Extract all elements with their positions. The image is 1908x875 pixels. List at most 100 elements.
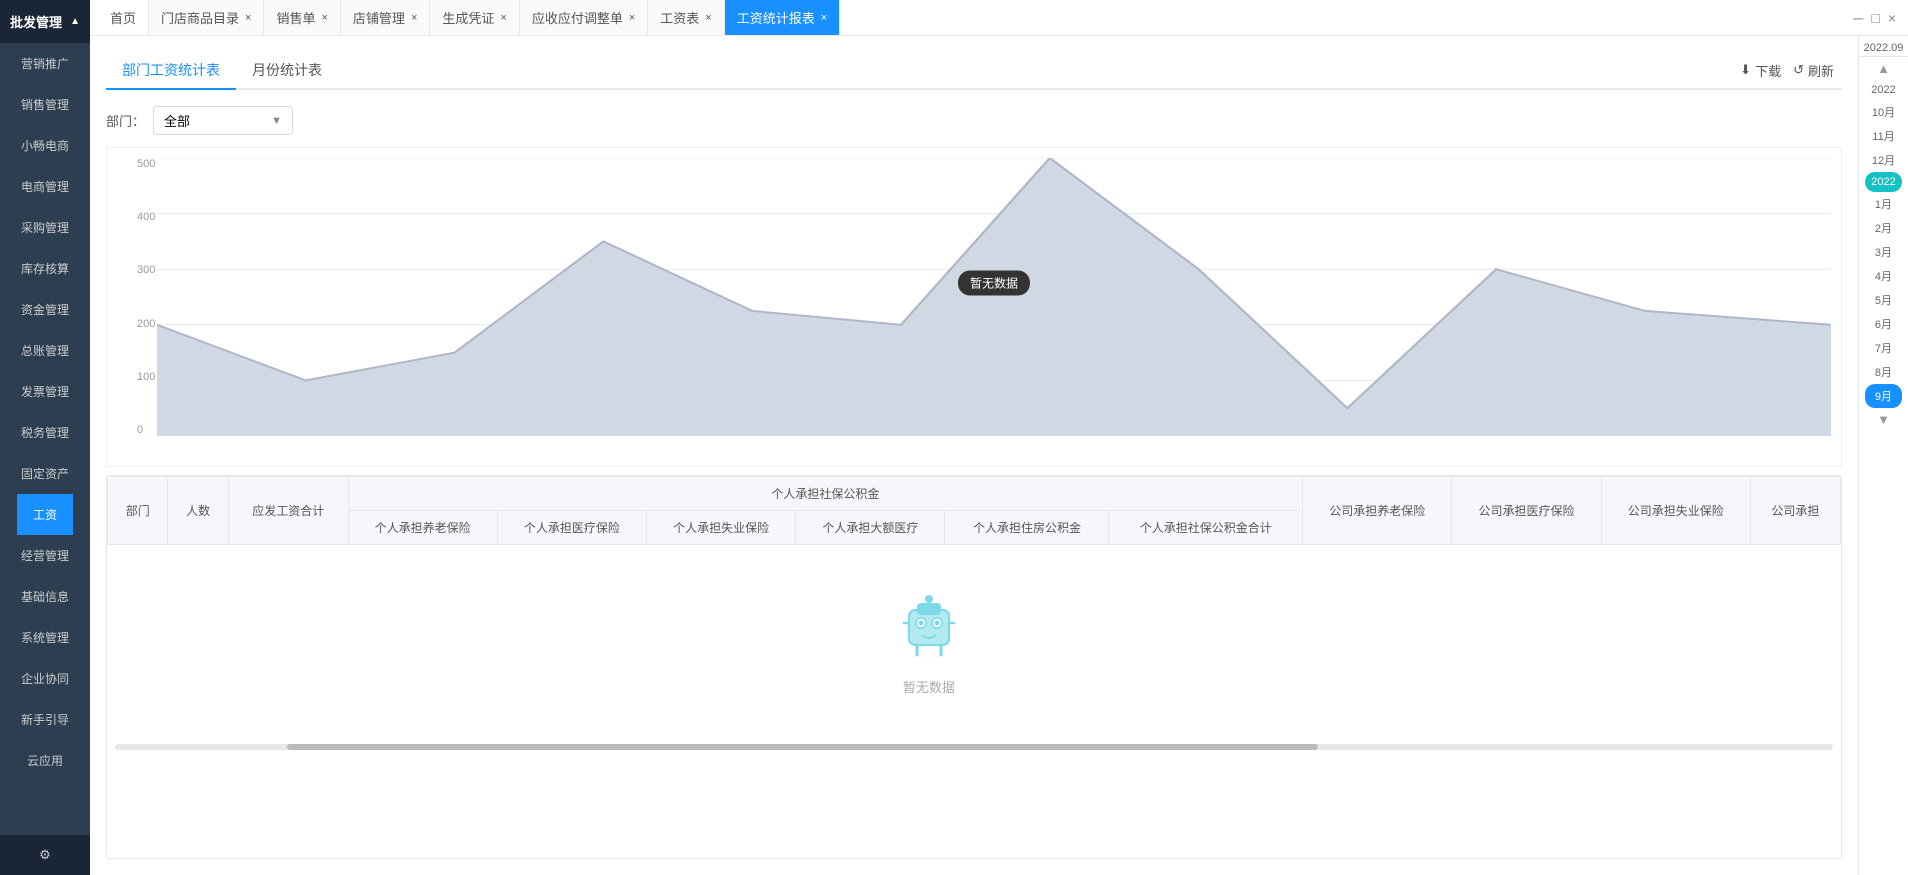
sidebar-footer[interactable]: ⚙ (0, 835, 90, 875)
sidebar-item-采购管理[interactable]: 采购管理 (17, 207, 73, 248)
tab-close-icon[interactable]: × (245, 12, 251, 24)
tab-close-icon[interactable]: × (411, 12, 417, 24)
tab-bar-end: ─ □ × (1853, 10, 1900, 26)
sidebar-item-经营管理[interactable]: 经营管理 (17, 535, 73, 576)
sidebar-title: 批发管理 (10, 12, 62, 31)
col-company-other: 公司承担 (1750, 477, 1840, 545)
sub-tab-部门工资统计表[interactable]: 部门工资统计表 (106, 52, 236, 90)
sidebar-item-工资[interactable]: 工资 (17, 494, 73, 535)
tab-close-icon[interactable]: × (705, 12, 711, 24)
download-btn[interactable]: ⬇ 下载 (1740, 61, 1781, 80)
sidebar: 批发管理 ▲ 营销推广销售管理小畅电商电商管理采购管理库存核算资金管理总账管理发… (0, 0, 90, 875)
timeline-year-2022[interactable]: 2022 (1865, 80, 1901, 100)
y-label-300: 300 (137, 264, 155, 276)
sidebar-item-税务管理[interactable]: 税务管理 (17, 412, 73, 453)
timeline-month-11月[interactable]: 11月 (1865, 124, 1901, 148)
col-count: 人数 (168, 477, 228, 545)
timeline-month-5月[interactable]: 5月 (1865, 288, 1901, 312)
col-personal-housing: 个人承担住房公积金 (945, 511, 1109, 545)
chart-y-axis: 500 400 300 200 100 0 (137, 158, 155, 436)
y-label-200: 200 (137, 318, 155, 330)
scrollbar-container (107, 736, 1841, 758)
tab-首页[interactable]: 首页 (98, 0, 149, 36)
sub-tab-月份统计表[interactable]: 月份统计表 (236, 52, 338, 90)
sidebar-item-企业协同[interactable]: 企业协同 (17, 658, 73, 699)
timeline-month-3月[interactable]: 3月 (1865, 240, 1901, 264)
table-section[interactable]: 部门 人数 应发工资合计 个人承担社保公积金 公司承担养老保险 公司承担医疗保险… (106, 475, 1842, 859)
refresh-btn[interactable]: ↺ 刷新 (1793, 61, 1834, 80)
col-personal-pension: 个人承担养老保险 (348, 511, 497, 545)
empty-state: 暂无数据 (108, 545, 1751, 736)
tab-工资统计报表[interactable]: 工资统计报表× (725, 0, 840, 36)
main-area: 首页门店商品目录×销售单×店铺管理×生成凭证×应收应付调整单×工资表×工资统计报… (90, 0, 1908, 875)
timeline-month-1月[interactable]: 1月 (1865, 192, 1901, 216)
download-icon: ⬇ (1740, 62, 1751, 78)
window-restore-icon[interactable]: □ (1871, 10, 1879, 26)
timeline-month-4月[interactable]: 4月 (1865, 264, 1901, 288)
timeline-month-6月[interactable]: 6月 (1865, 312, 1901, 336)
window-close-icon[interactable]: × (1888, 10, 1896, 26)
col-company-medical: 公司承担医疗保险 (1452, 477, 1601, 545)
y-label-0: 0 (137, 424, 155, 436)
col-personal-total: 个人承担社保公积金合计 (1109, 511, 1303, 545)
sidebar-item-电商管理[interactable]: 电商管理 (17, 166, 73, 207)
tab-应收应付调整单[interactable]: 应收应付调整单× (520, 0, 648, 36)
dept-label: 部门： (106, 111, 145, 130)
sidebar-collapse-icon[interactable]: ▲ (70, 16, 80, 27)
col-group-personal: 个人承担社保公积金 (348, 477, 1303, 511)
chart-svg-container: 暂无数据 (157, 158, 1831, 436)
window-minimize-icon[interactable]: ─ (1853, 10, 1863, 26)
tab-close-icon[interactable]: × (500, 12, 506, 24)
tab-门店商品目录[interactable]: 门店商品目录× (149, 0, 264, 36)
page-content: 部门工资统计表月份统计表 ⬇ 下载 ↺ 刷新 部门： (90, 36, 1858, 875)
sidebar-item-云应用[interactable]: 云应用 (17, 740, 73, 781)
tab-工资表[interactable]: 工资表× (648, 0, 724, 36)
sidebar-item-发票管理[interactable]: 发票管理 (17, 371, 73, 412)
timeline-month-2月[interactable]: 2月 (1865, 216, 1901, 240)
sidebar-item-总账管理[interactable]: 总账管理 (17, 330, 73, 371)
sidebar-item-小畅电商[interactable]: 小畅电商 (17, 125, 73, 166)
sidebar-item-资金管理[interactable]: 资金管理 (17, 289, 73, 330)
chevron-down-icon: ▼ (271, 115, 282, 127)
col-total-wage: 应发工资合计 (228, 477, 348, 545)
sidebar-header[interactable]: 批发管理 ▲ (0, 0, 90, 43)
tab-销售单[interactable]: 销售单× (264, 0, 340, 36)
timeline-up-arrow[interactable]: ▲ (1873, 57, 1894, 80)
empty-robot-icon (889, 585, 969, 665)
timeline-month-10月[interactable]: 10月 (1865, 100, 1901, 124)
col-company-unemploy: 公司承担失业保险 (1601, 477, 1750, 545)
sidebar-item-营销推广[interactable]: 营销推广 (17, 43, 73, 84)
sidebar-item-库存核算[interactable]: 库存核算 (17, 248, 73, 289)
timeline-down-arrow[interactable]: ▼ (1873, 408, 1894, 431)
col-personal-medical: 个人承担医疗保险 (497, 511, 646, 545)
timeline-top-date[interactable]: 2022.09 (1859, 36, 1908, 57)
data-table: 部门 人数 应发工资合计 个人承担社保公积金 公司承担养老保险 公司承担医疗保险… (107, 476, 1841, 736)
timeline-month-8月[interactable]: 8月 (1865, 360, 1901, 384)
toolbar-left: 部门： 全部 ▼ (106, 106, 293, 135)
timeline-panel: 2022.09 ▲ 202210月11月12月20221月2月3月4月5月6月7… (1858, 36, 1908, 875)
timeline-month-12月[interactable]: 12月 (1865, 148, 1901, 172)
col-dept: 部门 (108, 477, 168, 545)
sidebar-item-系统管理[interactable]: 系统管理 (17, 617, 73, 658)
refresh-label: 刷新 (1808, 61, 1834, 80)
horizontal-scrollbar[interactable] (115, 744, 1833, 750)
col-personal-unemploy: 个人承担失业保险 (646, 511, 795, 545)
timeline-month-9月[interactable]: 9月 (1865, 384, 1901, 408)
col-company-pension: 公司承担养老保险 (1303, 477, 1452, 545)
sidebar-item-基础信息[interactable]: 基础信息 (17, 576, 73, 617)
sidebar-item-销售管理[interactable]: 销售管理 (17, 84, 73, 125)
tab-close-icon[interactable]: × (629, 12, 635, 24)
timeline-active-year[interactable]: 2022 (1865, 172, 1901, 192)
sidebar-item-新手引导[interactable]: 新手引导 (17, 699, 73, 740)
dept-select[interactable]: 全部 ▼ (153, 106, 293, 135)
scrollbar-thumb[interactable] (287, 744, 1318, 750)
tab-close-icon[interactable]: × (821, 12, 827, 24)
chart-area: 500 400 300 200 100 0 (106, 147, 1842, 467)
timeline-month-7月[interactable]: 7月 (1865, 336, 1901, 360)
chart-tooltip: 暂无数据 (958, 271, 1030, 296)
sidebar-item-固定资产[interactable]: 固定资产 (17, 453, 73, 494)
tab-close-icon[interactable]: × (321, 12, 327, 24)
tab-店铺管理[interactable]: 店铺管理× (341, 0, 430, 36)
empty-row: 暂无数据 (108, 545, 1841, 737)
tab-生成凭证[interactable]: 生成凭证× (430, 0, 519, 36)
